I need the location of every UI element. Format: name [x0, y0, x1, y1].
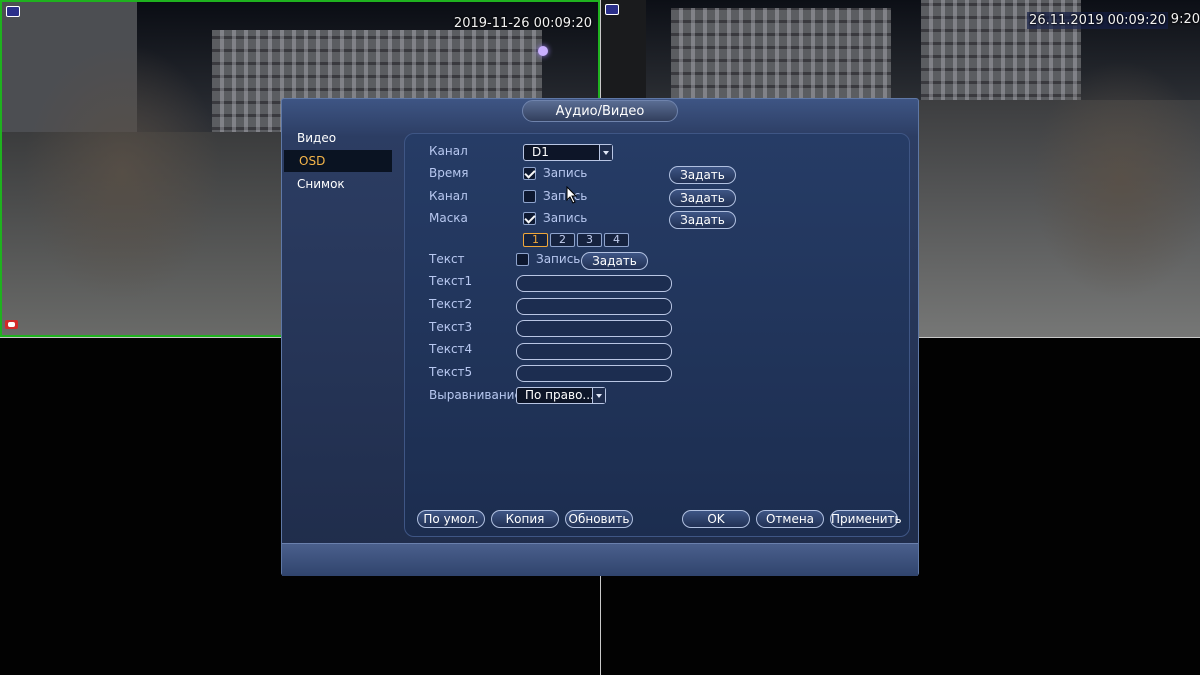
text2-label: Текст2	[429, 297, 473, 311]
time-set-button[interactable]: Задать	[669, 166, 736, 184]
refresh-button[interactable]: Обновить	[565, 510, 633, 528]
text-label: Текст	[429, 252, 465, 266]
text4-label: Текст4	[429, 342, 473, 356]
camera-timestamp: 26.11.2019 00:09:20	[1027, 12, 1168, 29]
dialog-footer-bar	[282, 543, 918, 576]
alignment-select-value: По право...	[525, 388, 594, 402]
mask-label: Маска	[429, 211, 468, 225]
ok-button[interactable]: OK	[682, 510, 750, 528]
channel-select[interactable]: D1	[523, 144, 613, 161]
mask-record-checkbox-row[interactable]: Запись	[523, 211, 587, 225]
mask-record-checkbox[interactable]	[523, 211, 536, 225]
sidebar-item-video[interactable]: Видео	[282, 127, 394, 149]
text4-input[interactable]	[516, 343, 672, 360]
chevron-down-icon	[599, 145, 612, 160]
text1-label: Текст1	[429, 274, 473, 288]
channel-select-value: D1	[532, 145, 549, 159]
text5-label: Текст5	[429, 365, 473, 379]
mask-set-button[interactable]: Задать	[669, 211, 736, 229]
channel-overlay-label: Канал	[429, 189, 468, 203]
mask-tab-1[interactable]: 1	[523, 233, 548, 247]
dialog-title: Аудио/Видео	[522, 100, 678, 122]
text3-input[interactable]	[516, 320, 672, 337]
text-record-checkbox-row[interactable]: Запись	[516, 252, 580, 266]
cancel-button[interactable]: Отмена	[756, 510, 824, 528]
text1-input[interactable]	[516, 275, 672, 292]
chevron-down-icon	[592, 388, 605, 403]
alignment-select[interactable]: По право...	[516, 387, 606, 404]
tree	[22, 42, 222, 302]
window-frame	[601, 0, 646, 110]
sidebar: Видео OSD Снимок	[282, 127, 394, 196]
channel-label: Канал	[429, 144, 468, 158]
mask-tab-3[interactable]: 3	[577, 233, 602, 247]
mouse-cursor-icon	[566, 186, 578, 204]
audio-video-dialog: Аудио/Видео Видео OSD Снимок Канал D1 Вр…	[281, 98, 919, 576]
sidebar-item-osd[interactable]: OSD	[284, 150, 392, 172]
osd-settings-panel: Канал D1 Время Запись Задать Канал Запис…	[404, 133, 910, 537]
text5-input[interactable]	[516, 365, 672, 382]
text2-input[interactable]	[516, 298, 672, 315]
record-icon	[5, 320, 18, 329]
text-record-checkbox[interactable]	[516, 252, 529, 266]
building	[671, 8, 891, 98]
mask-tab-4[interactable]: 4	[604, 233, 629, 247]
alignment-label: Выравнивание	[429, 388, 522, 402]
copy-button[interactable]: Копия	[491, 510, 559, 528]
mask-record-label: Запись	[543, 211, 588, 225]
text-record-label: Запись	[536, 252, 581, 266]
mask-tab-2[interactable]: 2	[550, 233, 575, 247]
default-button[interactable]: По умол.	[417, 510, 485, 528]
camera-timestamp: 2019-11-26 00:09:20	[453, 16, 592, 31]
sidebar-item-snapshot[interactable]: Снимок	[282, 173, 394, 195]
time-record-checkbox-row[interactable]: Запись	[523, 166, 587, 180]
time-record-checkbox[interactable]	[523, 166, 536, 180]
channel-set-button[interactable]: Задать	[669, 189, 736, 207]
channel-record-checkbox[interactable]	[523, 189, 536, 203]
camera-icon	[6, 6, 20, 17]
light-glare	[538, 46, 548, 56]
text-set-button[interactable]: Задать	[581, 252, 648, 270]
time-label: Время	[429, 166, 469, 180]
tree	[1031, 60, 1200, 300]
camera-timestamp-tail: 9:20	[1170, 12, 1200, 27]
camera-icon	[605, 4, 619, 15]
time-record-label: Запись	[543, 166, 588, 180]
text3-label: Текст3	[429, 320, 473, 334]
apply-button[interactable]: Применить	[830, 510, 902, 528]
